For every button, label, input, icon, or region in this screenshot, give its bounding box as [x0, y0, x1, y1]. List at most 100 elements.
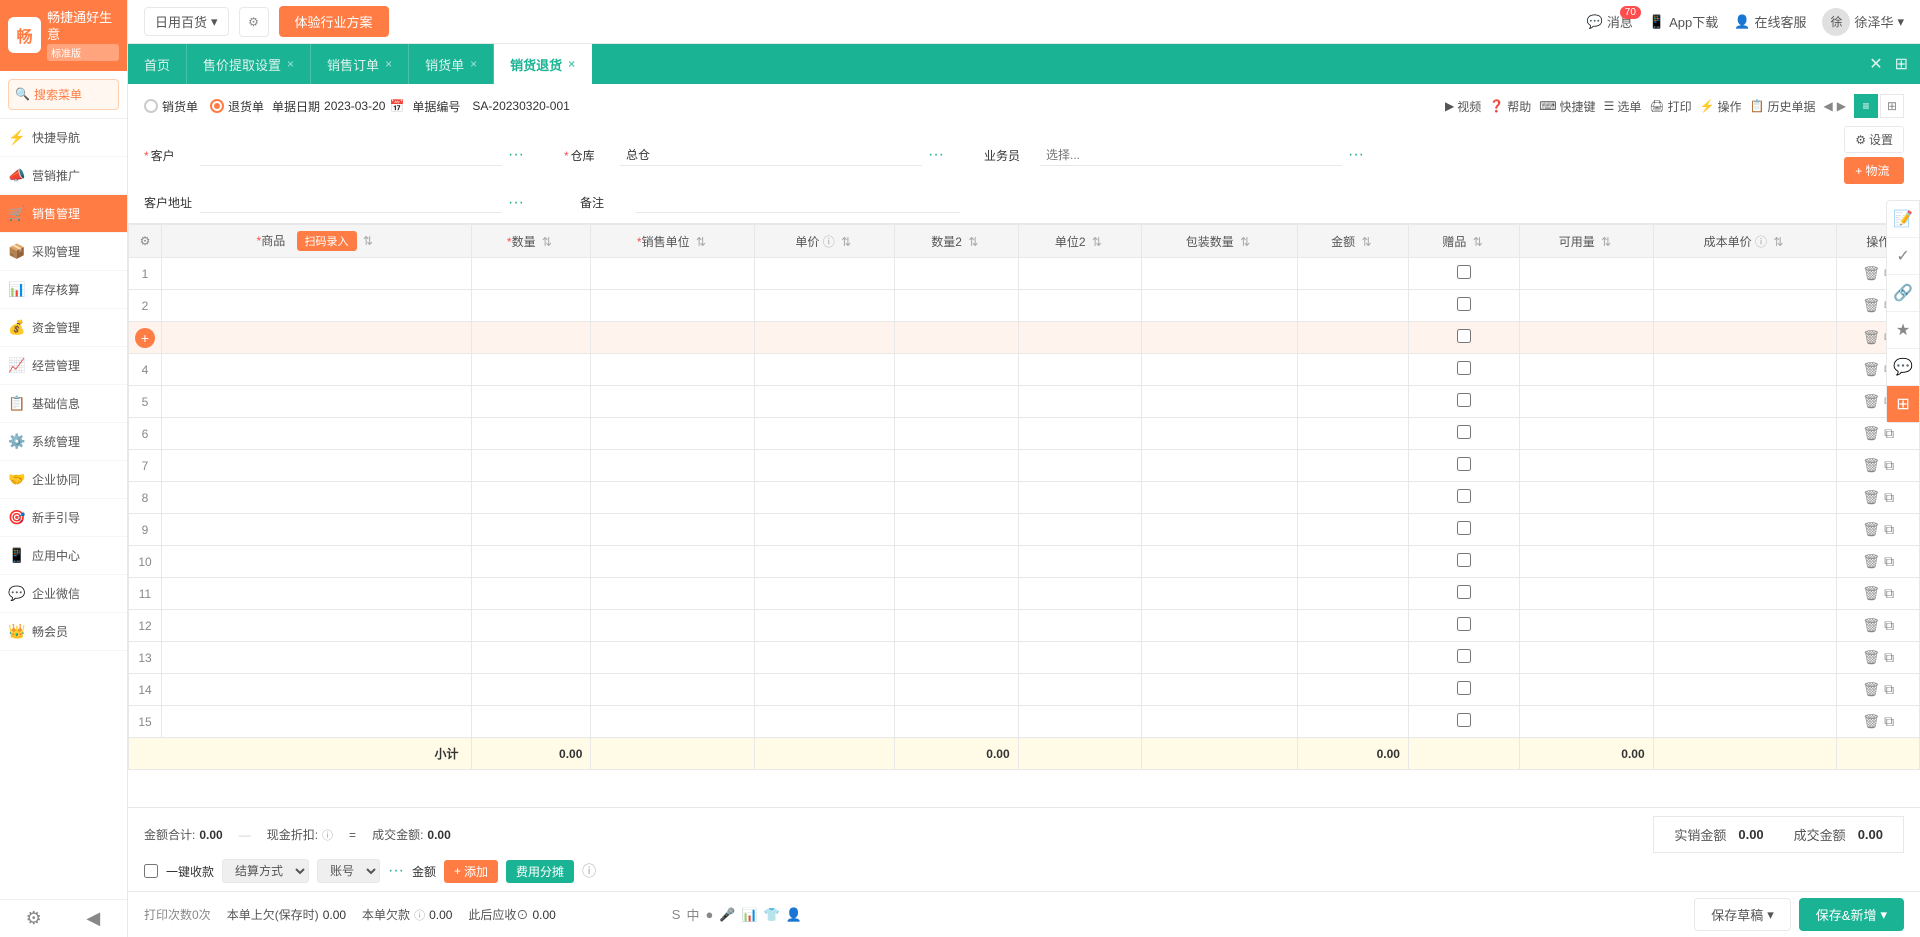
- address-input[interactable]: [200, 192, 502, 213]
- calendar-icon[interactable]: 📅: [389, 99, 404, 113]
- sidebar-nav-item-marketing[interactable]: 📣 营销推广: [0, 157, 127, 195]
- row-13-copy-icon[interactable]: ⧉: [1884, 649, 1894, 666]
- bottom-tool-7[interactable]: 👤: [786, 907, 802, 923]
- row-3-qty[interactable]: [471, 322, 591, 354]
- address-more-btn[interactable]: ···: [508, 195, 524, 211]
- right-tool-todo[interactable]: ✓: [1887, 238, 1919, 275]
- bottom-tool-6[interactable]: 👕: [764, 907, 780, 923]
- right-tool-msg[interactable]: 💬: [1887, 349, 1919, 386]
- radio-return[interactable]: 退货单: [210, 98, 264, 115]
- operate-btn[interactable]: ⚡ 操作: [1700, 98, 1742, 115]
- account-more-btn[interactable]: ···: [388, 863, 404, 879]
- online-service-btn[interactable]: 👤 在线客服: [1734, 12, 1806, 31]
- row-7-copy-icon[interactable]: ⧉: [1884, 457, 1894, 474]
- topbar-settings-btn[interactable]: ⚙: [239, 7, 269, 37]
- sidebar-nav-item-guide[interactable]: 🎯 新手引导: [0, 499, 127, 537]
- bottom-tool-2[interactable]: 中: [686, 905, 699, 924]
- select-doc-btn[interactable]: ☰ 选单: [1604, 98, 1642, 115]
- row-1-qty2[interactable]: [895, 258, 1019, 290]
- row-1-amount[interactable]: [1297, 258, 1408, 290]
- sidebar-nav-item-member[interactable]: 👑 畅会员: [0, 613, 127, 651]
- sidebar-nav-item-wechat[interactable]: 💬 企业微信: [0, 575, 127, 613]
- row-3-qty2[interactable]: [895, 322, 1019, 354]
- row-3-unit-price[interactable]: [755, 322, 895, 354]
- row-12-copy-icon[interactable]: ⧉: [1884, 617, 1894, 634]
- tab-sales-order[interactable]: 销售订单 ×: [311, 44, 409, 84]
- row-2-sales-unit[interactable]: [591, 290, 755, 322]
- row-14-gift-checkbox[interactable]: [1457, 681, 1471, 695]
- shortcut-key-btn[interactable]: ⌨ 快捷键: [1539, 98, 1595, 115]
- row-14-copy-icon[interactable]: ⧉: [1884, 681, 1894, 698]
- row-2-gift-checkbox[interactable]: [1457, 297, 1471, 311]
- row-13-delete-icon[interactable]: 🗑: [1862, 649, 1880, 666]
- row-4-delete-icon[interactable]: 🗑: [1862, 361, 1880, 378]
- bottom-tool-3[interactable]: ●: [705, 907, 713, 922]
- row-1-unit-price[interactable]: [755, 258, 895, 290]
- row-3-product-input[interactable]: [168, 331, 465, 345]
- row-8-gift-checkbox[interactable]: [1457, 489, 1471, 503]
- sidebar-nav-item-purchase[interactable]: 📦 采购管理: [0, 233, 127, 271]
- trial-btn[interactable]: 体验行业方案: [279, 6, 389, 37]
- row-15-delete-icon[interactable]: 🗑: [1862, 713, 1880, 730]
- right-tool-link[interactable]: 🔗: [1887, 275, 1919, 312]
- row-2-unit2[interactable]: [1018, 290, 1142, 322]
- row-4-gift-checkbox[interactable]: [1457, 361, 1471, 375]
- row-2-cost-price[interactable]: [1653, 290, 1837, 322]
- row-11-delete-icon[interactable]: 🗑: [1862, 585, 1880, 602]
- row-6-copy-icon[interactable]: ⧉: [1884, 425, 1894, 442]
- one-click-collect-checkbox[interactable]: [144, 864, 158, 878]
- row-8-delete-icon[interactable]: 🗑: [1862, 489, 1880, 506]
- row-3-unit2[interactable]: [1018, 322, 1142, 354]
- right-tool-star[interactable]: ★: [1887, 312, 1919, 349]
- user-info[interactable]: 徐 徐泽华 ▾: [1822, 8, 1904, 36]
- row-3-delete-icon[interactable]: 🗑: [1862, 329, 1880, 346]
- warehouse-input[interactable]: [620, 145, 922, 166]
- right-tool-active[interactable]: ⊞: [1887, 386, 1919, 422]
- warehouse-more-btn[interactable]: ···: [928, 147, 944, 163]
- sidebar-nav-item-finance[interactable]: 💰 资金管理: [0, 309, 127, 347]
- add-payment-btn[interactable]: + 添加: [444, 860, 498, 883]
- row-10-copy-icon[interactable]: ⧉: [1884, 553, 1894, 570]
- row-11-gift-checkbox[interactable]: [1457, 585, 1471, 599]
- row-2-qty2[interactable]: [895, 290, 1019, 322]
- help-btn[interactable]: ❓ 帮助: [1489, 98, 1531, 115]
- scan-input-btn[interactable]: 扫码录入: [297, 231, 357, 251]
- row-3-amount[interactable]: [1297, 322, 1408, 354]
- row-1-pack-qty[interactable]: [1142, 258, 1298, 290]
- row-10-gift-checkbox[interactable]: [1457, 553, 1471, 567]
- fenyong-btn[interactable]: 费用分摊: [506, 860, 574, 883]
- bottom-tool-4[interactable]: 🎤: [719, 907, 735, 923]
- row-9-gift-checkbox[interactable]: [1457, 521, 1471, 535]
- row-3-sales-unit[interactable]: [591, 322, 755, 354]
- row-1-cost-price[interactable]: [1653, 258, 1837, 290]
- row-9-delete-icon[interactable]: 🗑: [1862, 521, 1880, 538]
- sidebar-nav-item-sales[interactable]: 🛒 销售管理: [0, 195, 127, 233]
- customer-input[interactable]: [200, 145, 502, 166]
- tab-sales-delivery-close-icon[interactable]: ×: [470, 57, 477, 71]
- bottom-tool-5[interactable]: 📊: [742, 907, 758, 923]
- bottom-tool-1[interactable]: S: [672, 907, 681, 922]
- tab-sales-return[interactable]: 销货退货 ×: [494, 44, 592, 84]
- nav-next-icon[interactable]: ▶: [1837, 99, 1846, 113]
- sidebar-nav-item-shortcut[interactable]: ⚡ 快捷导航: [0, 119, 127, 157]
- row-1-available[interactable]: [1520, 258, 1653, 290]
- customer-more-btn[interactable]: ···: [508, 147, 524, 163]
- save-new-btn[interactable]: 保存&新增 ▾: [1799, 898, 1904, 931]
- tab-expand-btn[interactable]: ⊞: [1891, 52, 1912, 76]
- row-2-unit-price[interactable]: [755, 290, 895, 322]
- sidebar-settings-btn[interactable]: ⚙: [8, 908, 60, 929]
- row-1-sales-unit[interactable]: [591, 258, 755, 290]
- settings-btn[interactable]: ⚙ 设置: [1844, 126, 1904, 153]
- row-1-unit2[interactable]: [1018, 258, 1142, 290]
- row-1-delete-icon[interactable]: 🗑: [1862, 265, 1880, 282]
- row-1-product[interactable]: [162, 258, 472, 290]
- row-5-gift-checkbox[interactable]: [1457, 393, 1471, 407]
- sidebar-nav-item-basic[interactable]: 📋 基础信息: [0, 385, 127, 423]
- tab-home[interactable]: 首页: [128, 44, 187, 84]
- add-row-btn[interactable]: +: [135, 328, 155, 348]
- payment-method-select[interactable]: 结算方式: [222, 859, 309, 883]
- doc-date-value[interactable]: 2023-03-20: [324, 99, 385, 113]
- save-draft-btn[interactable]: 保存草稿 ▾: [1694, 898, 1791, 931]
- message-btn[interactable]: 💬 消息 70: [1587, 12, 1633, 31]
- row-2-amount[interactable]: [1297, 290, 1408, 322]
